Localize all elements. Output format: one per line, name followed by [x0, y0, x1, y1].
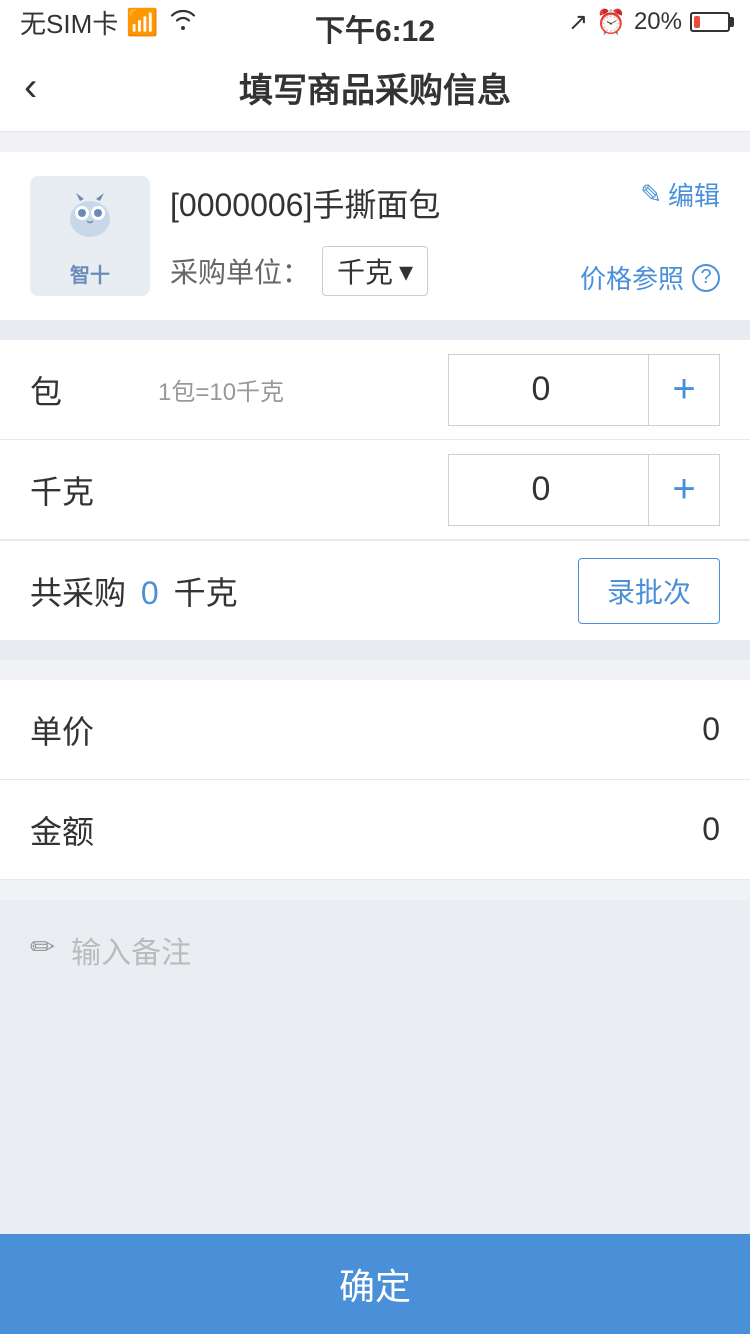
edit-icon: ✎	[640, 179, 662, 210]
product-name: [0000006]手撕面包	[170, 180, 720, 226]
summary-text: 共采购 0 千克	[30, 568, 238, 614]
back-button[interactable]: ‹	[24, 65, 37, 110]
status-right: ↗ ⏰ 20%	[568, 8, 730, 37]
product-card: 智十 [0000006]手撕面包 采购单位： 千克 ▾ ✎ 编辑 价格参照 ?	[0, 152, 750, 320]
confirm-button[interactable]: 确定	[0, 1234, 750, 1334]
kg-row: 千克 +	[0, 440, 750, 540]
pack-input-wrap: +	[448, 354, 720, 426]
product-logo	[60, 185, 120, 255]
info-icon: ?	[692, 264, 720, 292]
unit-price-label: 单价	[30, 707, 94, 753]
location-icon: ↗	[568, 8, 588, 37]
battery-icon	[690, 12, 730, 32]
unit-label: 采购单位：	[170, 251, 310, 291]
dropdown-icon: ▾	[399, 255, 413, 288]
nav-bar: ‹ 填写商品采购信息	[0, 44, 750, 132]
pencil-icon: ✏	[30, 930, 55, 965]
divider-1	[0, 320, 750, 340]
price-ref-button[interactable]: 价格参照 ?	[580, 259, 720, 296]
pack-sub-label: 1包=10千克	[158, 372, 284, 407]
amount-row: 金额 0	[0, 780, 750, 880]
page-title: 填写商品采购信息	[239, 63, 511, 112]
pack-plus-button[interactable]: +	[648, 354, 720, 426]
status-left: 无SIM卡 📶	[20, 4, 199, 41]
sim-icon: 📶	[126, 7, 158, 38]
pack-input[interactable]	[448, 354, 648, 426]
kg-input[interactable]	[448, 454, 648, 526]
price-section: 单价 0 金额 0	[0, 680, 750, 880]
alarm-icon: ⏰	[596, 8, 626, 37]
product-image: 智十	[30, 176, 150, 296]
kg-plus-button[interactable]: +	[648, 454, 720, 526]
wifi-icon	[167, 7, 199, 38]
unit-price-row: 单价 0	[0, 680, 750, 780]
carrier-text: 无SIM卡	[20, 4, 118, 41]
product-logo-text: 智十	[70, 259, 110, 288]
pack-label: 包	[30, 367, 150, 413]
unit-select[interactable]: 千克 ▾	[322, 246, 428, 296]
battery-pct: 20%	[634, 8, 682, 36]
form-section: 包 1包=10千克 + 千克 + 共采购 0 千克 录批次	[0, 340, 750, 640]
batch-button[interactable]: 录批次	[578, 558, 720, 624]
status-bar: 无SIM卡 📶 下午6:12 ↗ ⏰ 20%	[0, 0, 750, 44]
summary-row: 共采购 0 千克 录批次	[0, 540, 750, 640]
unit-price-value: 0	[702, 711, 720, 748]
pack-row: 包 1包=10千克 +	[0, 340, 750, 440]
amount-value: 0	[702, 811, 720, 848]
kg-label: 千克	[30, 467, 150, 513]
amount-label: 金额	[30, 807, 94, 853]
notes-placeholder: 输入备注	[71, 928, 191, 972]
divider-2	[0, 640, 750, 660]
edit-button[interactable]: ✎ 编辑	[640, 176, 720, 213]
notes-section[interactable]: ✏ 输入备注	[0, 900, 750, 1260]
kg-input-wrap: +	[448, 454, 720, 526]
